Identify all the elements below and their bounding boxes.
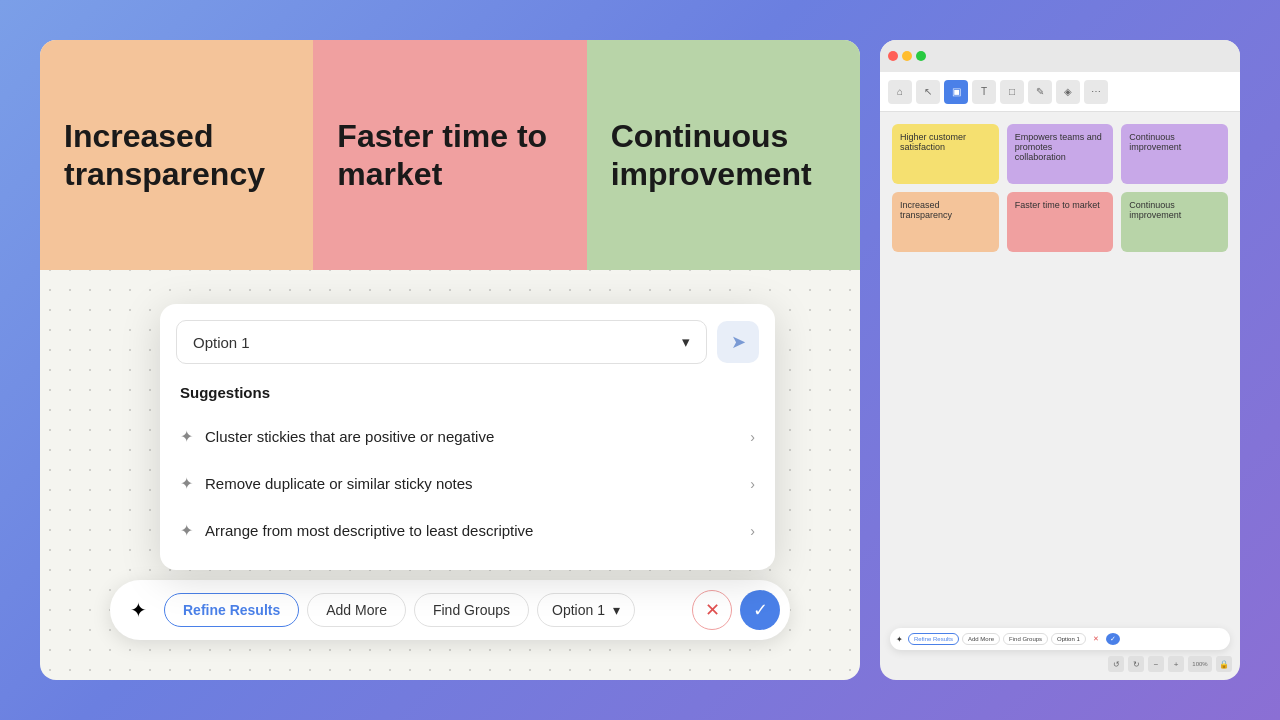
mini-sticky-text-5: Continuous improvement <box>1129 200 1181 220</box>
cancel-button[interactable]: ✕ <box>692 590 732 630</box>
send-icon: ➤ <box>731 331 746 353</box>
text-icon[interactable]: T <box>972 80 996 104</box>
option-dropdown[interactable]: Option 1 ▾ <box>537 593 635 627</box>
suggestion-item-arrange[interactable]: ✦ Arrange from most descriptive to least… <box>160 507 775 554</box>
app-panel: ⌂ ↖ ▣ T □ ✎ ◈ ⋯ Higher customer satisfac… <box>880 40 1240 680</box>
mini-cancel-button[interactable]: ✕ <box>1089 633 1103 645</box>
suggestion-left: ✦ Cluster stickies that are positive or … <box>180 427 494 446</box>
whiteboard-panel: Increased transparency Faster time to ma… <box>40 40 860 680</box>
app-titlebar <box>880 40 1240 72</box>
send-button[interactable]: ➤ <box>717 321 759 363</box>
mini-refine-button[interactable]: Refine Results <box>908 633 959 645</box>
main-toolbar: ✦ Refine Results Add More Find Groups Op… <box>110 580 790 640</box>
sticky-note-green: Continuous improvement <box>587 40 860 270</box>
find-groups-button[interactable]: Find Groups <box>414 593 529 627</box>
mini-sticky-text-1: Empowers teams and promotes collaboratio… <box>1015 132 1102 162</box>
suggestion-left-arrange: ✦ Arrange from most descriptive to least… <box>180 521 533 540</box>
mini-sticky-text-4: Faster time to market <box>1015 200 1100 210</box>
mini-find-groups-button[interactable]: Find Groups <box>1003 633 1048 645</box>
mini-confirm-button[interactable]: ✓ <box>1106 633 1120 645</box>
suggestion-left-remove: ✦ Remove duplicate or similar sticky not… <box>180 474 473 493</box>
sticky-icon[interactable]: ◈ <box>1056 80 1080 104</box>
x-icon: ✕ <box>705 599 720 621</box>
main-container: Increased transparency Faster time to ma… <box>40 40 1240 680</box>
pen-icon[interactable]: ✎ <box>1028 80 1052 104</box>
sticky-pink-text: Faster time to market <box>337 117 562 194</box>
zoom-level: 100% <box>1188 656 1212 672</box>
shape-icon[interactable]: □ <box>1000 80 1024 104</box>
check-icon: ✓ <box>753 599 768 621</box>
lock-icon[interactable]: 🔒 <box>1216 656 1232 672</box>
refine-results-button[interactable]: Refine Results <box>164 593 299 627</box>
mini-sticky-1: Empowers teams and promotes collaboratio… <box>1007 124 1114 184</box>
maximize-dot <box>916 51 926 61</box>
suggestion-item-cluster[interactable]: ✦ Cluster stickies that are positive or … <box>160 413 775 460</box>
sparkle-icon-cluster: ✦ <box>180 427 193 446</box>
suggestion-text-remove: Remove duplicate or similar sticky notes <box>205 475 473 492</box>
home-icon[interactable]: ⌂ <box>888 80 912 104</box>
mini-sticky-text-0: Higher customer satisfaction <box>900 132 966 152</box>
chevron-right-icon-cluster: › <box>750 429 755 445</box>
chevron-right-icon-remove: › <box>750 476 755 492</box>
option-select[interactable]: Option 1 ▾ <box>176 320 707 364</box>
confirm-button[interactable]: ✓ <box>740 590 780 630</box>
select-icon[interactable]: ▣ <box>944 80 968 104</box>
sparkle-toolbar-icon: ✦ <box>120 592 156 628</box>
zoom-in-icon[interactable]: + <box>1168 656 1184 672</box>
zoom-out-icon[interactable]: − <box>1148 656 1164 672</box>
add-more-button[interactable]: Add More <box>307 593 406 627</box>
option-dropdown-label: Option 1 <box>552 602 605 618</box>
sparkle-icon-remove: ✦ <box>180 474 193 493</box>
mini-sticky-2: Continuous improvement <box>1121 124 1228 184</box>
sticky-note-orange: Increased transparency <box>40 40 313 270</box>
sparkle-icon-arrange: ✦ <box>180 521 193 540</box>
selected-option-label: Option 1 <box>193 334 250 351</box>
close-dot <box>888 51 898 61</box>
dropdown-chevron-icon: ▾ <box>613 602 620 618</box>
more-icon[interactable]: ⋯ <box>1084 80 1108 104</box>
suggestion-text-arrange: Arrange from most descriptive to least d… <box>205 522 533 539</box>
mini-sticky-text-2: Continuous improvement <box>1129 132 1181 152</box>
minimize-dot <box>902 51 912 61</box>
chevron-down-icon: ▾ <box>682 333 690 351</box>
mini-sparkle-icon: ✦ <box>896 635 903 644</box>
mini-sticky-5: Continuous improvement <box>1121 192 1228 252</box>
suggestion-item-remove[interactable]: ✦ Remove duplicate or similar sticky not… <box>160 460 775 507</box>
mini-sticky-0: Higher customer satisfaction <box>892 124 999 184</box>
app-top-toolbar: ⌂ ↖ ▣ T □ ✎ ◈ ⋯ <box>880 72 1240 112</box>
redo-icon[interactable]: ↻ <box>1128 656 1144 672</box>
undo-icon[interactable]: ↺ <box>1108 656 1124 672</box>
suggestion-text-cluster: Cluster stickies that are positive or ne… <box>205 428 494 445</box>
mini-add-more-button[interactable]: Add More <box>962 633 1000 645</box>
mini-option-dropdown[interactable]: Option 1 <box>1051 633 1086 645</box>
app-content-grid: Higher customer satisfaction Empowers te… <box>880 112 1240 264</box>
sticky-orange-text: Increased transparency <box>64 117 289 194</box>
dropdown-search-row: Option 1 ▾ ➤ <box>160 320 775 376</box>
sticky-green-text: Continuous improvement <box>611 117 836 194</box>
dropdown-popup: Option 1 ▾ ➤ Suggestions ✦ Cluster stick… <box>160 304 775 570</box>
app-bottom-bar: ↺ ↻ − + 100% 🔒 <box>1108 656 1232 672</box>
mini-sticky-text-3: Increased transparency <box>900 200 952 220</box>
suggestions-heading: Suggestions <box>160 376 775 413</box>
mini-sticky-4: Faster time to market <box>1007 192 1114 252</box>
cursor-icon[interactable]: ↖ <box>916 80 940 104</box>
sticky-note-pink: Faster time to market <box>313 40 586 270</box>
sticky-notes-row: Increased transparency Faster time to ma… <box>40 40 860 270</box>
app-mini-toolbar: ✦ Refine Results Add More Find Groups Op… <box>890 628 1230 650</box>
chevron-right-icon-arrange: › <box>750 523 755 539</box>
mini-sticky-3: Increased transparency <box>892 192 999 252</box>
